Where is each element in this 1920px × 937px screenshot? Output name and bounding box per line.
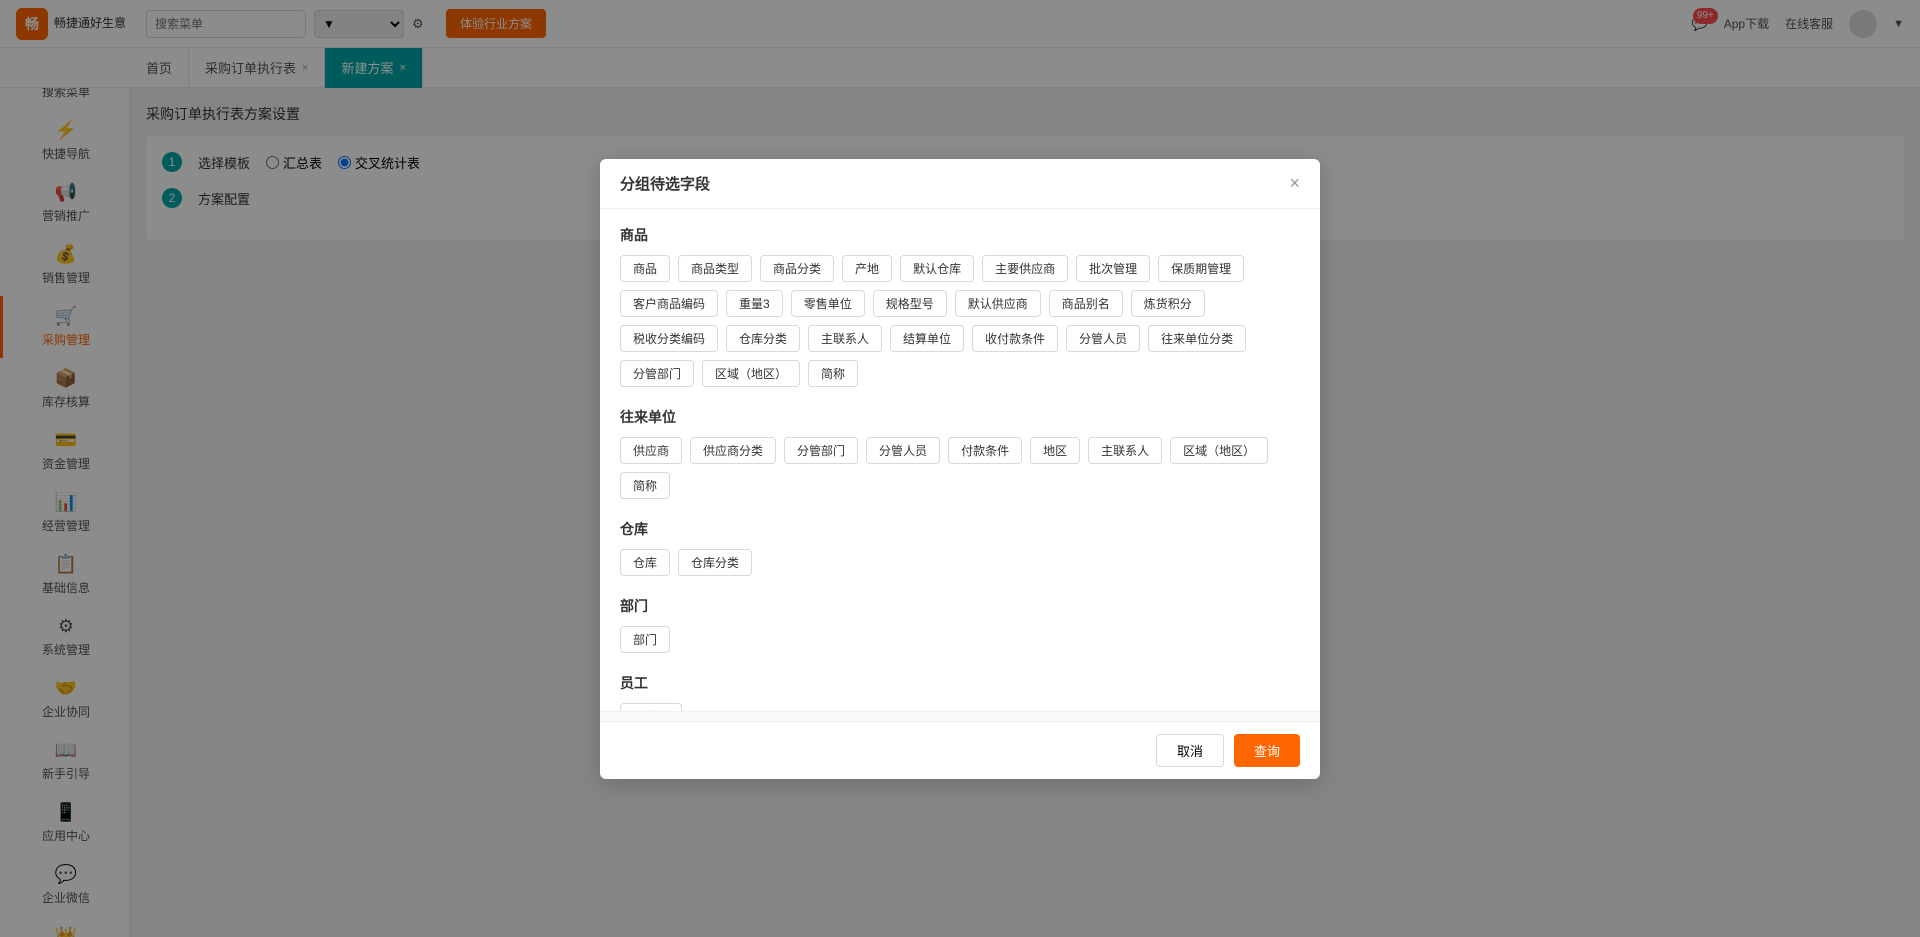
field-tag-goods-分管部门[interactable]: 分管部门 xyxy=(620,360,694,387)
section-department: 部门 部门 xyxy=(620,596,1300,653)
field-tag-dept-部门[interactable]: 部门 xyxy=(620,626,670,653)
section-goods: 商品 商品 商品类型 商品分类 产地 默认仓库 主要供应商 批次管理 保质期管理… xyxy=(620,225,1300,387)
field-tag-goods-零售单位[interactable]: 零售单位 xyxy=(791,290,865,317)
section-warehouse-tags: 仓库 仓库分类 xyxy=(620,549,1300,576)
section-employee-title: 员工 xyxy=(620,673,1300,693)
field-tag-partner-付款条件[interactable]: 付款条件 xyxy=(948,437,1022,464)
section-department-tags: 部门 xyxy=(620,626,1300,653)
modal-hscroll xyxy=(600,711,1320,720)
section-warehouse: 仓库 仓库 仓库分类 xyxy=(620,519,1300,576)
field-tag-goods-默认仓库[interactable]: 默认仓库 xyxy=(900,255,974,282)
field-tag-partner-供应商[interactable]: 供应商 xyxy=(620,437,682,464)
cancel-button[interactable]: 取消 xyxy=(1156,734,1224,767)
field-tag-emp-业务员[interactable]: 业务员 xyxy=(620,703,682,712)
modal-title: 分组待选字段 xyxy=(620,173,710,194)
field-tag-goods-分管人员[interactable]: 分管人员 xyxy=(1066,325,1140,352)
section-partner: 往来单位 供应商 供应商分类 分管部门 分管人员 付款条件 地区 主联系人 区域… xyxy=(620,407,1300,499)
field-tag-goods-税收分类编码[interactable]: 税收分类编码 xyxy=(620,325,718,352)
field-tag-goods-仓库分类[interactable]: 仓库分类 xyxy=(726,325,800,352)
field-tag-goods-商品别名[interactable]: 商品别名 xyxy=(1049,290,1123,317)
field-tag-goods-往来单位分类[interactable]: 往来单位分类 xyxy=(1148,325,1246,352)
field-tag-partner-分管人员[interactable]: 分管人员 xyxy=(866,437,940,464)
section-employee: 员工 业务员 xyxy=(620,673,1300,712)
field-tag-goods-产地[interactable]: 产地 xyxy=(842,255,892,282)
field-tag-goods-主联系人[interactable]: 主联系人 xyxy=(808,325,882,352)
section-partner-title: 往来单位 xyxy=(620,407,1300,427)
section-warehouse-title: 仓库 xyxy=(620,519,1300,539)
modal-header: 分组待选字段 × xyxy=(600,159,1320,209)
modal-footer: 取消 查询 xyxy=(600,721,1320,779)
field-tag-goods-重量3[interactable]: 重量3 xyxy=(726,290,783,317)
section-partner-tags: 供应商 供应商分类 分管部门 分管人员 付款条件 地区 主联系人 区域（地区） … xyxy=(620,437,1300,499)
field-tag-partner-主联系人[interactable]: 主联系人 xyxy=(1088,437,1162,464)
field-tag-goods-简称[interactable]: 简称 xyxy=(808,360,858,387)
field-tag-goods-收付款条件[interactable]: 收付款条件 xyxy=(972,325,1058,352)
field-tag-goods-客户商品编码[interactable]: 客户商品编码 xyxy=(620,290,718,317)
confirm-button[interactable]: 查询 xyxy=(1234,734,1300,767)
field-tag-goods-规格型号[interactable]: 规格型号 xyxy=(873,290,947,317)
field-tag-goods-商品类型[interactable]: 商品类型 xyxy=(678,255,752,282)
field-tag-warehouse-仓库[interactable]: 仓库 xyxy=(620,549,670,576)
field-tag-goods-保质期管理[interactable]: 保质期管理 xyxy=(1158,255,1244,282)
field-tag-partner-区域地区[interactable]: 区域（地区） xyxy=(1170,437,1268,464)
field-tag-goods-主要供应商[interactable]: 主要供应商 xyxy=(982,255,1068,282)
modal-overlay: 分组待选字段 × 商品 商品 商品类型 商品分类 产地 默认仓库 主要供应商 批… xyxy=(0,0,1920,937)
modal: 分组待选字段 × 商品 商品 商品类型 商品分类 产地 默认仓库 主要供应商 批… xyxy=(600,159,1320,779)
field-tag-goods-区域地区[interactable]: 区域（地区） xyxy=(702,360,800,387)
field-tag-partner-分管部门[interactable]: 分管部门 xyxy=(784,437,858,464)
field-tag-goods-炼货积分[interactable]: 炼货积分 xyxy=(1131,290,1205,317)
modal-body: 商品 商品 商品类型 商品分类 产地 默认仓库 主要供应商 批次管理 保质期管理… xyxy=(600,209,1320,712)
field-tag-goods-商品分类[interactable]: 商品分类 xyxy=(760,255,834,282)
field-tag-goods-默认供应商[interactable]: 默认供应商 xyxy=(955,290,1041,317)
field-tag-partner-供应商分类[interactable]: 供应商分类 xyxy=(690,437,776,464)
section-employee-tags: 业务员 xyxy=(620,703,1300,712)
field-tag-partner-简称[interactable]: 简称 xyxy=(620,472,670,499)
section-goods-title: 商品 xyxy=(620,225,1300,245)
modal-close-btn[interactable]: × xyxy=(1289,174,1300,192)
field-tag-goods-结算单位[interactable]: 结算单位 xyxy=(890,325,964,352)
field-tag-goods-商品[interactable]: 商品 xyxy=(620,255,670,282)
field-tag-warehouse-仓库分类[interactable]: 仓库分类 xyxy=(678,549,752,576)
field-tag-goods-批次管理[interactable]: 批次管理 xyxy=(1076,255,1150,282)
field-tag-partner-地区[interactable]: 地区 xyxy=(1030,437,1080,464)
section-department-title: 部门 xyxy=(620,596,1300,616)
section-goods-tags: 商品 商品类型 商品分类 产地 默认仓库 主要供应商 批次管理 保质期管理 客户… xyxy=(620,255,1300,387)
